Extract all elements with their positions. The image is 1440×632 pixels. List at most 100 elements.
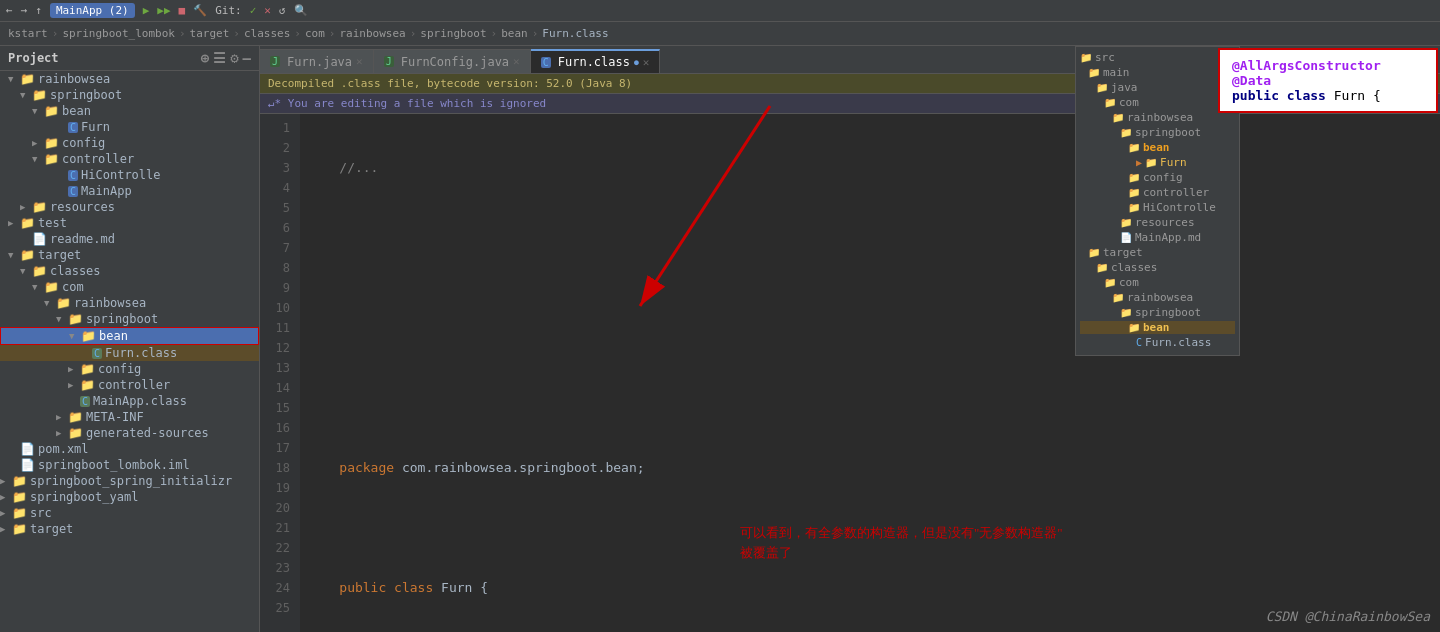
tree-label-com: com xyxy=(62,280,84,294)
folder-icon-src: 📁 xyxy=(12,506,27,520)
toolbar-git-label: Git: xyxy=(215,4,242,17)
toolbar-project-name[interactable]: MainApp (2) xyxy=(50,3,135,18)
tree-furn-class[interactable]: C Furn.class xyxy=(0,345,259,361)
toolbar-refresh[interactable]: ↺ xyxy=(279,4,286,17)
sidebar-icon-2[interactable]: ☰ xyxy=(213,50,226,66)
tree-label-config: config xyxy=(62,136,105,150)
toolbar-git-x[interactable]: ✕ xyxy=(264,4,271,17)
java-icon-2: J xyxy=(384,56,394,67)
tree-target-top[interactable]: ▼ 📁 target xyxy=(0,247,259,263)
tree-label-main: MainApp xyxy=(81,184,132,198)
sidebar[interactable]: Project ⊕ ☰ ⚙ — ▼ 📁 rainbowsea ▼ 📁 sprin… xyxy=(0,46,260,632)
class-icon-mainapp2: C xyxy=(80,396,90,407)
toolbar-up[interactable]: ↑ xyxy=(35,4,42,17)
tree-test[interactable]: ▶ 📁 test xyxy=(0,215,259,231)
tab-label-furn-java: Furn.java xyxy=(287,55,352,69)
tree-label-spring-yaml: springboot_yaml xyxy=(30,490,138,504)
toolbar-forward[interactable]: → xyxy=(21,4,28,17)
tree-label-springboot: springboot xyxy=(50,88,122,102)
toolbar-back[interactable]: ← xyxy=(6,4,13,17)
tab-furn-java[interactable]: J Furn.java ✕ xyxy=(260,49,374,73)
toolbar-stop[interactable]: ■ xyxy=(179,4,186,17)
breadcrumb-target[interactable]: target xyxy=(190,27,230,40)
code-line-5 xyxy=(308,398,1440,418)
toolbar-git-check[interactable]: ✓ xyxy=(250,4,257,17)
tab-close-furn-class[interactable]: ✕ xyxy=(643,56,650,69)
info-decompiled-text: Decompiled .class file, bytecode version… xyxy=(268,77,632,90)
tree-label-target-top: target xyxy=(38,248,81,262)
tree-controller2[interactable]: ▶ 📁 controller xyxy=(0,377,259,393)
tree-label-spring-init: springboot_spring_initializr xyxy=(30,474,232,488)
tab-furn-class[interactable]: C Furn.class ● ✕ xyxy=(531,49,661,73)
breadcrumb-com[interactable]: com xyxy=(305,27,325,40)
tab-close-furnconfig[interactable]: ✕ xyxy=(513,55,520,68)
tree-arrow-controller2: ▶ xyxy=(68,380,80,390)
java-icon-1: J xyxy=(270,56,280,67)
breadcrumb-kstart[interactable]: kstart xyxy=(8,27,48,40)
folder-icon-generated: 📁 xyxy=(68,426,83,440)
tree-label-mainapp-class: MainApp.class xyxy=(93,394,187,408)
editor-area: J Furn.java ✕ J FurnConfig.java ✕ C Furn… xyxy=(260,46,1440,632)
breadcrumb: kstart › springboot_lombok › target › cl… xyxy=(0,22,1440,46)
tree-hicontroller[interactable]: C HiControlle xyxy=(0,167,259,183)
tree-springboot[interactable]: ▼ 📁 springboot xyxy=(0,87,259,103)
tree-src[interactable]: ▶ 📁 src xyxy=(0,505,259,521)
tree-config[interactable]: ▶ 📁 config xyxy=(0,135,259,151)
tree-com[interactable]: ▼ 📁 com xyxy=(0,279,259,295)
file-icon-readme: 📄 xyxy=(32,232,47,246)
code-line-1: //... xyxy=(308,158,1440,178)
tree-mainapp-class[interactable]: C MainApp.class xyxy=(0,393,259,409)
breadcrumb-bean[interactable]: bean xyxy=(501,27,528,40)
code-line-8: public class Furn { xyxy=(308,578,1440,598)
sidebar-title: Project xyxy=(8,51,59,65)
folder-icon-controller2: 📁 xyxy=(80,378,95,392)
tree-spring-yaml[interactable]: ▶ 📁 springboot_yaml xyxy=(0,489,259,505)
folder-icon-bean: 📁 xyxy=(44,104,59,118)
tree-arrow-bean2: ▼ xyxy=(69,331,81,341)
code-line-2 xyxy=(308,218,1440,238)
tree-rainbowsea[interactable]: ▼ 📁 rainbowsea xyxy=(0,71,259,87)
breadcrumb-springboot[interactable]: springboot xyxy=(420,27,486,40)
tree-spring-init[interactable]: ▶ 📁 springboot_spring_initializr xyxy=(0,473,259,489)
sidebar-icon-3[interactable]: ⚙ xyxy=(230,50,238,66)
tree-iml[interactable]: 📄 springboot_lombok.iml xyxy=(0,457,259,473)
toolbar-build[interactable]: 🔨 xyxy=(193,4,207,17)
tab-modified-dot: ● xyxy=(634,58,639,67)
breadcrumb-rainbowsea[interactable]: rainbowsea xyxy=(339,27,405,40)
tree-generated[interactable]: ▶ 📁 generated-sources xyxy=(0,425,259,441)
tree-pom[interactable]: 📄 pom.xml xyxy=(0,441,259,457)
tree-bean[interactable]: ▼ 📁 bean xyxy=(0,103,259,119)
tree-metainf[interactable]: ▶ 📁 META-INF xyxy=(0,409,259,425)
breadcrumb-classes[interactable]: classes xyxy=(244,27,290,40)
tree-mainapp[interactable]: C MainApp xyxy=(0,183,259,199)
toolbar-debug[interactable]: ▶▶ xyxy=(157,4,170,17)
breadcrumb-lombok[interactable]: springboot_lombok xyxy=(62,27,175,40)
chinese-comment: 可以看到，有全参数的构造器，但是没有"无参数构造器" 被覆盖了 xyxy=(740,523,1063,562)
toolbar-run[interactable]: ▶ xyxy=(143,4,150,17)
tree-config2[interactable]: ▶ 📁 config xyxy=(0,361,259,377)
class-icon-furn: C xyxy=(68,122,78,133)
tree-bean2[interactable]: ▼ 📁 bean xyxy=(0,327,259,345)
tree-rainbowsea2[interactable]: ▼ 📁 rainbowsea xyxy=(0,295,259,311)
tree-readme[interactable]: 📄 readme.md xyxy=(0,231,259,247)
tree-resources[interactable]: ▶ 📁 resources xyxy=(0,199,259,215)
tree-arrow-metainf: ▶ xyxy=(56,412,68,422)
breadcrumb-furn[interactable]: Furn.class xyxy=(542,27,608,40)
code-line-6: package com.rainbowsea.springboot.bean; xyxy=(308,458,1440,478)
sidebar-header: Project ⊕ ☰ ⚙ — xyxy=(0,46,259,71)
sidebar-icon-1[interactable]: ⊕ xyxy=(201,50,209,66)
folder-icon-springboot2: 📁 xyxy=(68,312,83,326)
sidebar-header-icons: ⊕ ☰ ⚙ — xyxy=(201,50,251,66)
sidebar-icon-4[interactable]: — xyxy=(243,50,251,66)
tree-springboot2[interactable]: ▼ 📁 springboot xyxy=(0,311,259,327)
tab-close-furn-java[interactable]: ✕ xyxy=(356,55,363,68)
tree-arrow-bean: ▼ xyxy=(32,106,44,116)
tab-furnconfig[interactable]: J FurnConfig.java ✕ xyxy=(374,49,531,73)
tree-classes[interactable]: ▼ 📁 classes xyxy=(0,263,259,279)
folder-icon-config2: 📁 xyxy=(80,362,95,376)
tree-arrow-rainbowsea: ▼ xyxy=(8,74,20,84)
toolbar-search-icon[interactable]: 🔍 xyxy=(294,4,308,17)
tree-controller[interactable]: ▼ 📁 controller xyxy=(0,151,259,167)
tree-furn[interactable]: C Furn xyxy=(0,119,259,135)
tree-target2[interactable]: ▶ 📁 target xyxy=(0,521,259,537)
